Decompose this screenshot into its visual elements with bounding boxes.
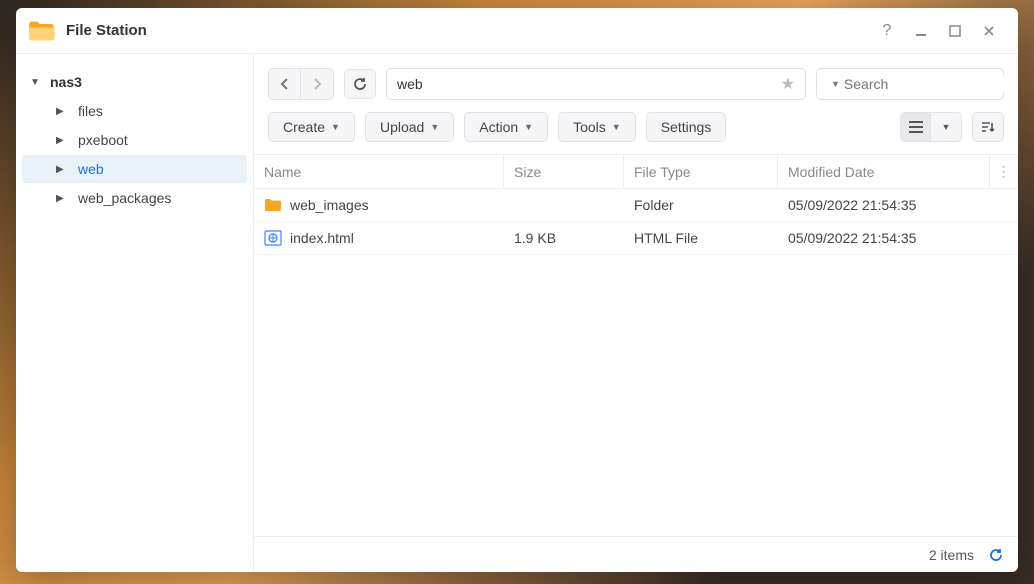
- col-type-header[interactable]: File Type: [624, 155, 778, 188]
- sidebar-item-pxeboot[interactable]: ▶ pxeboot: [22, 126, 247, 154]
- sidebar-item-label: web_packages: [78, 190, 171, 206]
- path-text: web: [397, 76, 423, 92]
- titlebar: File Station ?: [16, 8, 1018, 54]
- settings-button[interactable]: Settings: [646, 112, 727, 142]
- sidebar-item-label: files: [78, 103, 103, 119]
- caret-down-icon: ▼: [612, 122, 621, 132]
- tree-root-label: nas3: [50, 74, 82, 90]
- table-body: web_images Folder 05/09/2022 21:54:35 in…: [254, 189, 1018, 536]
- nav-history-group: [268, 68, 334, 100]
- chevron-right-icon: ▶: [56, 106, 70, 117]
- caret-down-icon: ▼: [942, 122, 951, 132]
- view-mode-group: ▼: [900, 112, 962, 142]
- col-name-header[interactable]: Name: [254, 155, 504, 188]
- action-button[interactable]: Action▼: [464, 112, 548, 142]
- tree-root[interactable]: ▼ nas3: [16, 68, 253, 96]
- forward-button[interactable]: [301, 69, 333, 99]
- file-size: [504, 189, 624, 221]
- upload-button[interactable]: Upload▼: [365, 112, 454, 142]
- file-modified: 05/09/2022 21:54:35: [778, 222, 990, 254]
- caret-down-icon: ▼: [524, 122, 533, 132]
- minimize-button[interactable]: [904, 14, 938, 48]
- view-dropdown-button[interactable]: ▼: [931, 113, 961, 141]
- caret-down-icon: ▼: [430, 122, 439, 132]
- file-name: index.html: [290, 230, 354, 246]
- sidebar: ▼ nas3 ▶ files ▶ pxeboot ▶ web ▶ web_pac…: [16, 54, 254, 572]
- navigation-toolbar: web ★ ▼: [254, 54, 1018, 108]
- table-row[interactable]: web_images Folder 05/09/2022 21:54:35: [254, 189, 1018, 222]
- app-icon: [28, 19, 56, 43]
- maximize-button[interactable]: [938, 14, 972, 48]
- columns-menu-button[interactable]: ⋮: [990, 155, 1018, 188]
- refresh-icon: [988, 547, 1004, 563]
- sort-button[interactable]: [972, 112, 1004, 142]
- file-size: 1.9 KB: [504, 222, 624, 254]
- refresh-button[interactable]: [344, 69, 376, 99]
- action-toolbar: Create▼ Upload▼ Action▼ Tools▼ Settings …: [254, 108, 1018, 154]
- chevron-down-icon: ▼: [30, 77, 44, 88]
- app-title: File Station: [66, 22, 147, 39]
- search-box[interactable]: ▼: [816, 68, 1004, 100]
- sidebar-item-web-packages[interactable]: ▶ web_packages: [22, 184, 247, 212]
- close-button[interactable]: [972, 14, 1006, 48]
- chevron-right-icon: ▶: [56, 164, 70, 175]
- caret-down-icon: ▼: [331, 122, 340, 132]
- status-bar: 2 items: [254, 536, 1018, 572]
- sidebar-item-label: web: [78, 161, 104, 177]
- app-window: File Station ? ▼ nas3 ▶ files ▶ pxeboot …: [16, 8, 1018, 572]
- file-name: web_images: [290, 197, 369, 213]
- folder-icon: [264, 197, 282, 213]
- list-icon: [908, 121, 924, 133]
- create-button[interactable]: Create▼: [268, 112, 355, 142]
- star-icon[interactable]: ★: [781, 74, 795, 94]
- file-type: HTML File: [624, 222, 778, 254]
- sort-icon: [980, 120, 996, 134]
- file-modified: 05/09/2022 21:54:35: [778, 189, 990, 221]
- chevron-right-icon: ▶: [56, 193, 70, 204]
- file-type: Folder: [624, 189, 778, 221]
- col-size-header[interactable]: Size: [504, 155, 624, 188]
- file-table: Name Size File Type Modified Date ⋮ web_…: [254, 154, 1018, 536]
- chevron-down-icon: ▼: [831, 79, 840, 89]
- table-header: Name Size File Type Modified Date ⋮: [254, 154, 1018, 189]
- html-file-icon: [264, 230, 282, 246]
- sidebar-item-web[interactable]: ▶ web: [22, 155, 247, 183]
- tools-button[interactable]: Tools▼: [558, 112, 636, 142]
- col-modified-header[interactable]: Modified Date: [778, 155, 990, 188]
- main-panel: web ★ ▼ Create▼ Upload▼ Action▼ Tools▼ S…: [254, 54, 1018, 572]
- sidebar-item-files[interactable]: ▶ files: [22, 97, 247, 125]
- view-list-button[interactable]: [901, 113, 931, 141]
- table-row[interactable]: index.html 1.9 KB HTML File 05/09/2022 2…: [254, 222, 1018, 255]
- help-button[interactable]: ?: [870, 14, 904, 48]
- status-refresh-button[interactable]: [988, 547, 1004, 563]
- item-count: 2 items: [929, 547, 974, 563]
- path-input[interactable]: web ★: [386, 68, 806, 100]
- sidebar-item-label: pxeboot: [78, 132, 128, 148]
- search-input[interactable]: [844, 76, 1018, 92]
- chevron-right-icon: ▶: [56, 135, 70, 146]
- back-button[interactable]: [269, 69, 301, 99]
